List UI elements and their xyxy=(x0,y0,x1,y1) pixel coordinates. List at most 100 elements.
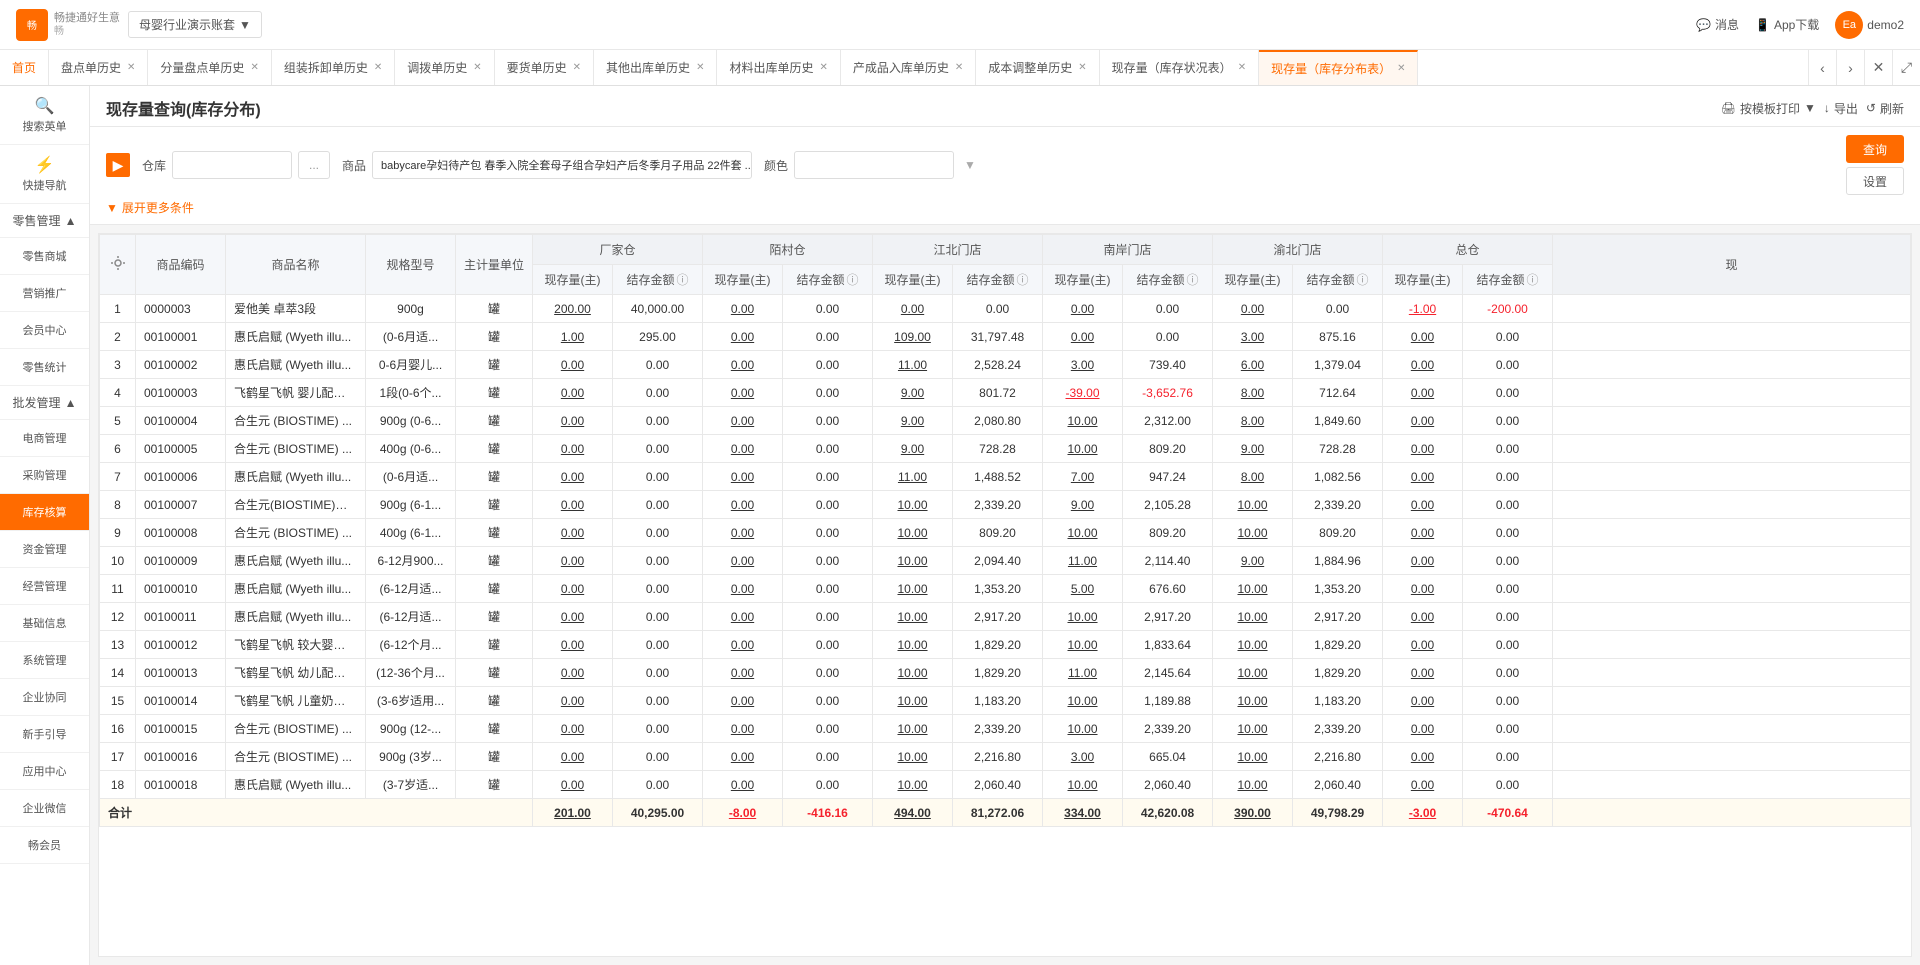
table-cell[interactable]: 0.00 xyxy=(1383,743,1463,771)
tab-other-out[interactable]: 其他出库单历史 ✕ xyxy=(594,50,717,86)
table-cell[interactable]: 9.00 xyxy=(873,379,953,407)
sidebar-item-member[interactable]: 会员中心 xyxy=(0,312,89,349)
tab-material-out[interactable]: 材料出库单历史 ✕ xyxy=(717,50,840,86)
table-cell[interactable]: 0.00 xyxy=(703,547,783,575)
table-cell[interactable]: 5.00 xyxy=(1043,575,1123,603)
table-cell[interactable]: 10.00 xyxy=(1043,407,1123,435)
table-cell[interactable]: 9.00 xyxy=(873,407,953,435)
sidebar-item-weixin[interactable]: 企业微信 xyxy=(0,790,89,827)
table-cell[interactable]: 0.00 xyxy=(1383,463,1463,491)
table-cell[interactable]: 0.00 xyxy=(533,715,613,743)
close-icon[interactable]: ✕ xyxy=(819,62,827,73)
print-btn[interactable]: 🖨 按模板打印 ▼ xyxy=(1721,100,1816,117)
table-cell[interactable]: 0.00 xyxy=(533,435,613,463)
table-cell[interactable]: 0.00 xyxy=(1383,491,1463,519)
warehouse-dots-btn[interactable]: ... xyxy=(298,151,330,179)
table-cell[interactable]: 11.00 xyxy=(1043,659,1123,687)
nav-expand-btn[interactable]: ⤢ xyxy=(1892,50,1920,86)
nav-next-btn[interactable]: › xyxy=(1836,50,1864,86)
industry-selector[interactable]: 母婴行业演示账套 ▼ xyxy=(128,11,262,38)
table-cell[interactable]: 10.00 xyxy=(873,743,953,771)
close-icon[interactable]: ✕ xyxy=(573,62,581,73)
tab-inventory-check[interactable]: 盘点单历史 ✕ xyxy=(49,50,148,86)
tab-portion-check[interactable]: 分量盘点单历史 ✕ xyxy=(148,50,271,86)
table-cell[interactable]: 0.00 xyxy=(533,463,613,491)
table-cell[interactable]: 10.00 xyxy=(1213,715,1293,743)
table-cell[interactable]: 10.00 xyxy=(1043,435,1123,463)
table-cell[interactable]: 10.00 xyxy=(873,491,953,519)
table-cell[interactable]: 0.00 xyxy=(703,519,783,547)
table-cell[interactable]: 0.00 xyxy=(533,547,613,575)
table-cell[interactable]: 0.00 xyxy=(703,407,783,435)
sidebar-item-vip[interactable]: 畅会员 xyxy=(0,827,89,864)
nav-close-all-btn[interactable]: ✕ xyxy=(1864,50,1892,86)
table-cell[interactable]: 8.00 xyxy=(1213,407,1293,435)
user-menu[interactable]: Ea demo2 xyxy=(1835,11,1904,39)
sidebar-item-search[interactable]: 🔍 搜索英单 xyxy=(0,86,89,145)
warehouse-input[interactable] xyxy=(172,151,292,179)
table-cell[interactable]: 0.00 xyxy=(703,771,783,799)
table-cell[interactable]: 0.00 xyxy=(1383,407,1463,435)
table-cell[interactable]: 7.00 xyxy=(1043,463,1123,491)
table-cell[interactable]: 10.00 xyxy=(873,547,953,575)
filter-expand-btn[interactable]: ▶ xyxy=(106,153,130,177)
table-cell[interactable]: 0.00 xyxy=(703,491,783,519)
table-cell[interactable]: 10.00 xyxy=(873,659,953,687)
table-cell[interactable]: 0.00 xyxy=(703,687,783,715)
table-cell[interactable]: 10.00 xyxy=(873,575,953,603)
table-cell[interactable]: 0.00 xyxy=(1043,295,1123,323)
tab-stock-dist[interactable]: 现存量（库存分布表） ✕ xyxy=(1259,50,1418,86)
table-cell[interactable]: 0.00 xyxy=(1383,687,1463,715)
table-cell[interactable]: 0.00 xyxy=(703,351,783,379)
table-cell[interactable]: 10.00 xyxy=(873,631,953,659)
table-cell[interactable]: 0.00 xyxy=(703,575,783,603)
table-cell[interactable]: 10.00 xyxy=(1213,519,1293,547)
table-cell[interactable]: 0.00 xyxy=(1383,659,1463,687)
table-cell[interactable]: 9.00 xyxy=(1213,547,1293,575)
sidebar-item-finance[interactable]: 资金管理 xyxy=(0,531,89,568)
sidebar-item-wholesale[interactable]: 批发管理 ▲ xyxy=(0,386,89,420)
table-cell[interactable]: 10.00 xyxy=(1043,519,1123,547)
color-input[interactable] xyxy=(794,151,954,179)
refresh-btn[interactable]: ↺ 刷新 xyxy=(1866,100,1904,117)
tab-stock-status[interactable]: 现存量（库存状况表） ✕ xyxy=(1100,50,1259,86)
table-cell[interactable]: 0.00 xyxy=(1383,771,1463,799)
table-cell[interactable]: 10.00 xyxy=(1043,687,1123,715)
table-cell[interactable]: 0.00 xyxy=(533,659,613,687)
table-cell[interactable]: 0.00 xyxy=(1383,715,1463,743)
table-cell[interactable]: 10.00 xyxy=(1043,771,1123,799)
tab-transfer[interactable]: 调拨单历史 ✕ xyxy=(395,50,494,86)
table-cell[interactable]: 10.00 xyxy=(1213,575,1293,603)
table-cell[interactable]: 0.00 xyxy=(1043,323,1123,351)
close-icon[interactable]: ✕ xyxy=(1397,63,1405,74)
table-cell[interactable]: 6.00 xyxy=(1213,351,1293,379)
table-cell[interactable]: 10.00 xyxy=(873,715,953,743)
table-cell[interactable]: 10.00 xyxy=(1213,491,1293,519)
sidebar-item-retail-mgmt[interactable]: 零售管理 ▲ xyxy=(0,204,89,238)
table-cell[interactable]: 11.00 xyxy=(1043,547,1123,575)
table-cell[interactable]: -39.00 xyxy=(1043,379,1123,407)
table-cell[interactable]: 10.00 xyxy=(873,603,953,631)
summary-na-qty[interactable]: 334.00 xyxy=(1043,799,1123,827)
table-cell[interactable]: 0.00 xyxy=(533,687,613,715)
summary-mc-qty[interactable]: -8.00 xyxy=(703,799,783,827)
close-icon[interactable]: ✕ xyxy=(127,62,135,73)
table-cell[interactable]: -1.00 xyxy=(1383,295,1463,323)
tab-assembly[interactable]: 组装拆卸单历史 ✕ xyxy=(272,50,395,86)
table-cell[interactable]: 0.00 xyxy=(1383,435,1463,463)
table-cell[interactable]: 0.00 xyxy=(703,463,783,491)
sidebar-item-retail-stats[interactable]: 零售统计 xyxy=(0,349,89,386)
table-cell[interactable]: 9.00 xyxy=(1043,491,1123,519)
table-cell[interactable]: 0.00 xyxy=(1383,519,1463,547)
sidebar-item-basic-info[interactable]: 基础信息 xyxy=(0,605,89,642)
table-cell[interactable]: 10.00 xyxy=(1213,687,1293,715)
close-icon[interactable]: ✕ xyxy=(374,62,382,73)
table-cell[interactable]: 0.00 xyxy=(533,407,613,435)
close-icon[interactable]: ✕ xyxy=(1078,62,1086,73)
table-cell[interactable]: 0.00 xyxy=(533,491,613,519)
table-cell[interactable]: 0.00 xyxy=(703,715,783,743)
sidebar-item-marketing[interactable]: 营销推广 xyxy=(0,275,89,312)
table-cell[interactable]: 0.00 xyxy=(533,351,613,379)
table-cell[interactable]: 0.00 xyxy=(703,743,783,771)
table-cell[interactable]: 0.00 xyxy=(1383,323,1463,351)
